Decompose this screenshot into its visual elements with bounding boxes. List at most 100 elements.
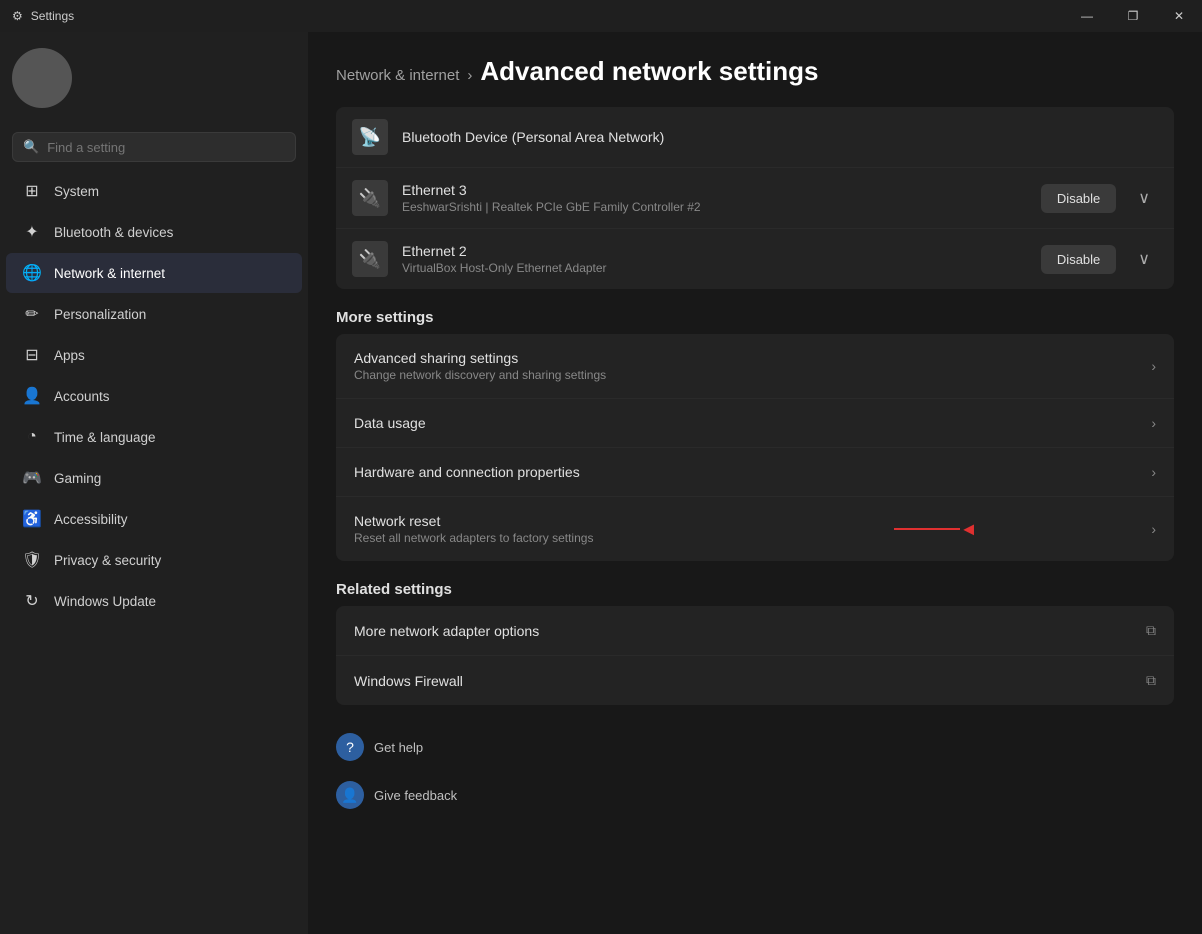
network-reset-title: Network reset (354, 513, 1151, 529)
sidebar-nav: ⊞System ✦ Bluetooth & devices 🌐 Network & in… (0, 170, 308, 922)
ethernet2-desc: VirtualBox Host-Only Ethernet Adapter (402, 261, 1027, 275)
sidebar-item-bluetooth[interactable]: ✦ Bluetooth & devices (6, 212, 302, 252)
bluetooth-adapter-name: Bluetooth Device (Personal Area Network) (402, 129, 1158, 145)
more-adapter-options-title: More network adapter options (354, 623, 1146, 639)
titlebar-controls: — ❐ ✕ (1064, 0, 1202, 32)
gaming-icon: 🎮 (22, 468, 42, 488)
network-reset-chevron: › (1151, 521, 1156, 537)
adapter-row-bluetooth: 📡 Bluetooth Device (Personal Area Networ… (336, 107, 1174, 168)
page-title: Advanced network settings (480, 56, 818, 87)
data-usage-chevron: › (1151, 415, 1156, 431)
data-usage-info: Data usage (354, 415, 1151, 431)
red-arrow (894, 519, 974, 539)
bluetooth-adapter-icon: 📡 (352, 119, 388, 155)
sidebar-item-privacy[interactable]: 🛡Privacy & security (6, 540, 302, 580)
hardware-props-chevron: › (1151, 464, 1156, 480)
avatar (12, 48, 72, 108)
breadcrumb-separator: › (467, 67, 472, 84)
sidebar-item-accessibility[interactable]: ♿ Accessibility (6, 499, 302, 539)
sidebar-item-personalization[interactable]: ✏ Personalization (6, 294, 302, 334)
main-content: Network & internet › Advanced network se… (308, 32, 1202, 934)
search-icon: 🔍 (23, 139, 39, 155)
sidebar: 🔍 ⊞System ✦ Bluetooth & devices 🌐 Network & … (0, 32, 308, 934)
sidebar-item-label-time: Time & language (54, 430, 156, 445)
search-box[interactable]: 🔍 (12, 132, 296, 162)
sidebar-item-label-update: Windows Update (54, 594, 156, 609)
sidebar-item-apps[interactable]: ⊟Apps (6, 335, 302, 375)
ethernet2-disable-button[interactable]: Disable (1041, 245, 1116, 274)
data-usage-title: Data usage (354, 415, 1151, 431)
maximize-button[interactable]: ❐ (1110, 0, 1156, 32)
sidebar-item-network[interactable]: 🌐 Network & internet (6, 253, 302, 293)
related-settings-card: More network adapter options ⧉ Windows F… (336, 606, 1174, 705)
time-icon: ◔ (22, 427, 42, 447)
red-arrow-indicator (894, 519, 974, 539)
hardware-props-row[interactable]: Hardware and connection properties › (336, 448, 1174, 497)
give-feedback-icon: 👤 (336, 781, 364, 809)
windows-firewall-row[interactable]: Windows Firewall ⧉ (336, 656, 1174, 705)
sidebar-item-time[interactable]: ◔ Time & language (6, 417, 302, 457)
sidebar-item-system[interactable]: ⊞System (6, 171, 302, 211)
network-icon: 🌐 (22, 263, 42, 283)
breadcrumb[interactable]: Network & internet (336, 67, 459, 84)
ethernet2-expand-button[interactable]: ∨ (1130, 243, 1158, 275)
hardware-props-info: Hardware and connection properties (354, 464, 1151, 480)
help-section: ? Get help 👤 Give feedback (336, 725, 1174, 817)
sidebar-item-label-bluetooth: Bluetooth & devices (54, 225, 173, 240)
sidebar-item-label-network: Network & internet (54, 266, 165, 281)
titlebar-left: ⚙ Settings (12, 9, 74, 23)
sidebar-item-label-gaming: Gaming (54, 471, 101, 486)
personalization-icon: ✏ (22, 304, 42, 324)
windows-firewall-external-icon: ⧉ (1146, 672, 1156, 689)
sidebar-item-accounts[interactable]: 👤 Accounts (6, 376, 302, 416)
related-settings-label: Related settings (336, 581, 1174, 598)
sidebar-item-label-personalization: Personalization (54, 307, 146, 322)
network-reset-desc: Reset all network adapters to factory se… (354, 531, 1151, 545)
search-input[interactable] (47, 140, 285, 155)
app-container: 🔍 ⊞System ✦ Bluetooth & devices 🌐 Network & … (0, 32, 1202, 934)
adapters-card: 📡 Bluetooth Device (Personal Area Networ… (336, 107, 1174, 289)
ethernet3-icon: 🔌 (352, 180, 388, 216)
sidebar-item-label-accounts: Accounts (54, 389, 110, 404)
give-feedback-label: Give feedback (374, 788, 457, 803)
advanced-sharing-title: Advanced sharing settings (354, 350, 1151, 366)
sidebar-item-gaming[interactable]: 🎮 Gaming (6, 458, 302, 498)
get-help-link[interactable]: ? Get help (336, 725, 1174, 769)
ethernet2-name: Ethernet 2 (402, 243, 1027, 259)
windows-firewall-title: Windows Firewall (354, 673, 1146, 689)
apps-icon: ⊟ (22, 345, 42, 365)
ethernet3-disable-button[interactable]: Disable (1041, 184, 1116, 213)
ethernet2-info: Ethernet 2 VirtualBox Host-Only Ethernet… (402, 243, 1027, 275)
close-button[interactable]: ✕ (1156, 0, 1202, 32)
ethernet3-expand-button[interactable]: ∨ (1130, 182, 1158, 214)
minimize-button[interactable]: — (1064, 0, 1110, 32)
bluetooth-icon: ✦ (22, 222, 42, 242)
more-adapter-external-icon: ⧉ (1146, 622, 1156, 639)
advanced-sharing-row[interactable]: Advanced sharing settings Change network… (336, 334, 1174, 399)
sidebar-item-label-system: System (54, 184, 99, 199)
adapter-row-ethernet2: 🔌 Ethernet 2 VirtualBox Host-Only Ethern… (336, 229, 1174, 289)
accounts-icon: 👤 (22, 386, 42, 406)
page-header: Network & internet › Advanced network se… (336, 32, 1174, 107)
advanced-sharing-desc: Change network discovery and sharing set… (354, 368, 1151, 382)
get-help-label: Get help (374, 740, 423, 755)
data-usage-row[interactable]: Data usage › (336, 399, 1174, 448)
give-feedback-link[interactable]: 👤 Give feedback (336, 773, 1174, 817)
more-settings-card: Advanced sharing settings Change network… (336, 334, 1174, 561)
sidebar-item-update[interactable]: ↻Windows Update (6, 581, 302, 621)
privacy-icon: 🛡 (22, 550, 42, 570)
accessibility-icon: ♿ (22, 509, 42, 529)
titlebar-title: Settings (31, 9, 74, 23)
advanced-sharing-chevron: › (1151, 358, 1156, 374)
more-adapter-options-row[interactable]: More network adapter options ⧉ (336, 606, 1174, 656)
adapter-row-ethernet3: 🔌 Ethernet 3 EeshwarSrishti | Realtek PC… (336, 168, 1174, 229)
sidebar-item-label-accessibility: Accessibility (54, 512, 128, 527)
advanced-sharing-info: Advanced sharing settings Change network… (354, 350, 1151, 382)
network-reset-row[interactable]: Network reset Reset all network adapters… (336, 497, 1174, 561)
network-reset-info: Network reset Reset all network adapters… (354, 513, 1151, 545)
more-settings-label: More settings (336, 309, 1174, 326)
ethernet3-desc: EeshwarSrishti | Realtek PCIe GbE Family… (402, 200, 1027, 214)
ethernet3-name: Ethernet 3 (402, 182, 1027, 198)
bluetooth-adapter-info: Bluetooth Device (Personal Area Network) (402, 129, 1158, 145)
ethernet2-icon: 🔌 (352, 241, 388, 277)
